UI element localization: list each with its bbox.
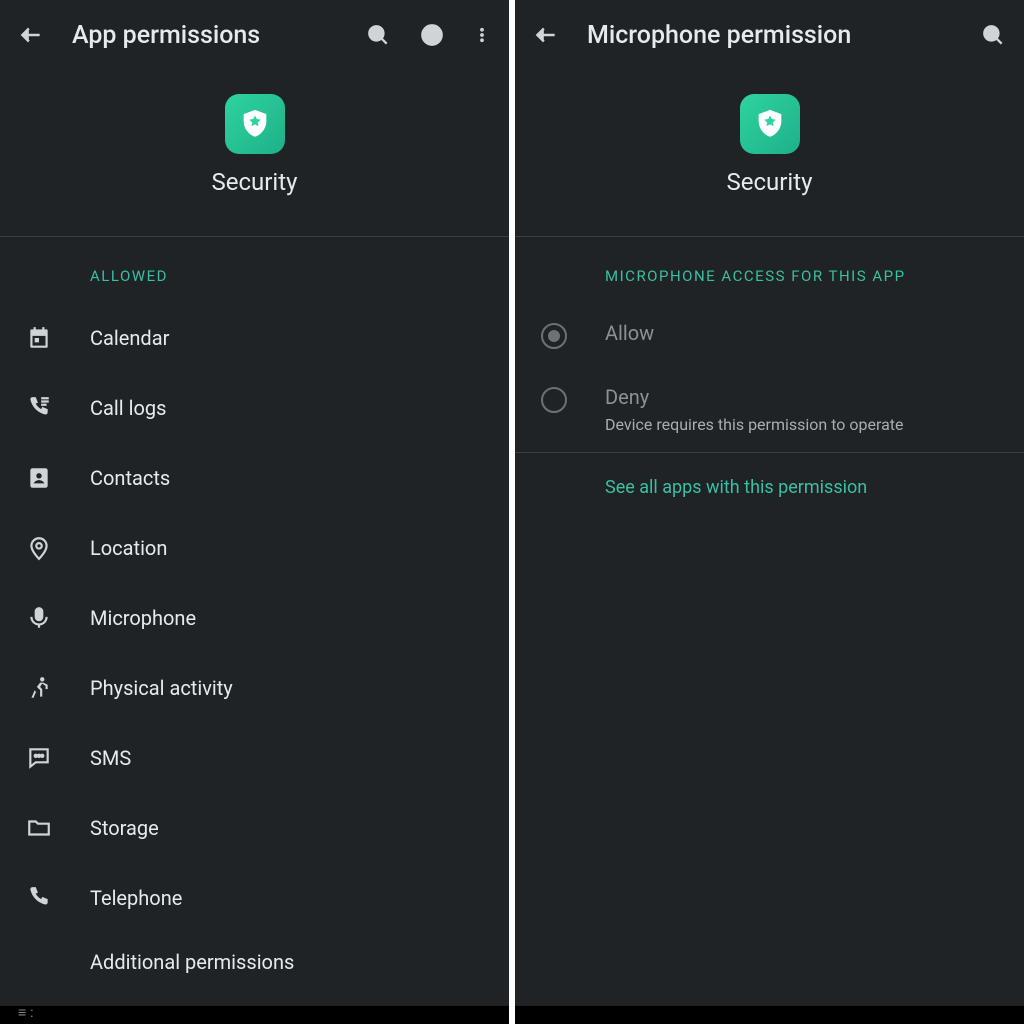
radio-deny-label: Deny bbox=[605, 385, 904, 409]
nav-bar bbox=[515, 1006, 1024, 1024]
softkeys-icon: ≡: bbox=[18, 1006, 34, 1020]
permission-label: Physical activity bbox=[90, 676, 233, 700]
sms-icon bbox=[26, 745, 52, 771]
toolbar: App permissions bbox=[0, 0, 509, 70]
storage-icon bbox=[26, 815, 52, 841]
location-icon bbox=[26, 535, 52, 561]
app-icon bbox=[225, 94, 285, 154]
permission-label: Call logs bbox=[90, 396, 166, 420]
permission-microphone[interactable]: Microphone bbox=[0, 583, 509, 653]
permission-physical-activity[interactable]: Physical activity bbox=[0, 653, 509, 723]
app-name: Security bbox=[212, 168, 298, 196]
see-all-apps-link[interactable]: See all apps with this permission bbox=[515, 453, 1024, 498]
radio-allow-label: Allow bbox=[605, 321, 654, 345]
page-title: App permissions bbox=[72, 21, 337, 50]
permission-label: Microphone bbox=[90, 606, 196, 630]
permission-label: SMS bbox=[90, 746, 131, 770]
radio-deny-subtitle: Device requires this permission to opera… bbox=[605, 415, 904, 434]
calendar-icon bbox=[26, 325, 52, 351]
activity-icon bbox=[26, 675, 52, 701]
permission-label: Additional permissions bbox=[90, 950, 294, 974]
section-allowed: Allowed bbox=[0, 237, 509, 303]
radio-unselected-icon bbox=[541, 387, 567, 413]
app-icon bbox=[740, 94, 800, 154]
radio-deny[interactable]: Deny Device requires this permission to … bbox=[515, 367, 1024, 452]
back-icon[interactable] bbox=[533, 22, 559, 48]
search-icon[interactable] bbox=[365, 22, 391, 48]
permission-calendar[interactable]: Calendar bbox=[0, 303, 509, 373]
app-name: Security bbox=[727, 168, 813, 196]
permission-location[interactable]: Location bbox=[0, 513, 509, 583]
permission-label: Storage bbox=[90, 816, 159, 840]
nav-bar bbox=[0, 1006, 509, 1024]
blank-icon bbox=[26, 949, 52, 975]
screen-app-permissions: App permissions Security Allowed Calenda… bbox=[0, 0, 509, 1024]
permission-label: Contacts bbox=[90, 466, 170, 490]
permission-label: Calendar bbox=[90, 326, 169, 350]
permissions-list: Calendar Call logs Contacts Location Mic… bbox=[0, 303, 509, 991]
permission-contacts[interactable]: Contacts bbox=[0, 443, 509, 513]
radio-allow[interactable]: Allow bbox=[515, 303, 1024, 367]
app-header: Security bbox=[0, 70, 509, 236]
app-header: Security bbox=[515, 70, 1024, 236]
permission-label: Telephone bbox=[90, 886, 182, 910]
help-icon[interactable] bbox=[419, 22, 445, 48]
overflow-menu-icon[interactable] bbox=[473, 22, 491, 48]
screen-microphone-permission: Microphone permission Security Microphon… bbox=[515, 0, 1024, 1024]
toolbar: Microphone permission bbox=[515, 0, 1024, 70]
phone-icon bbox=[26, 885, 52, 911]
search-icon[interactable] bbox=[980, 22, 1006, 48]
permission-call-logs[interactable]: Call logs bbox=[0, 373, 509, 443]
microphone-icon bbox=[26, 605, 52, 631]
permission-label: Location bbox=[90, 536, 167, 560]
permission-additional[interactable]: Additional permissions bbox=[0, 933, 509, 991]
section-mic-access: Microphone access for this app bbox=[515, 237, 1024, 303]
contacts-icon bbox=[26, 465, 52, 491]
back-icon[interactable] bbox=[18, 22, 44, 48]
radio-selected-icon bbox=[541, 323, 567, 349]
page-title: Microphone permission bbox=[587, 21, 952, 50]
permission-telephone[interactable]: Telephone bbox=[0, 863, 509, 933]
permission-storage[interactable]: Storage bbox=[0, 793, 509, 863]
calllog-icon bbox=[26, 395, 52, 421]
permission-sms[interactable]: SMS bbox=[0, 723, 509, 793]
